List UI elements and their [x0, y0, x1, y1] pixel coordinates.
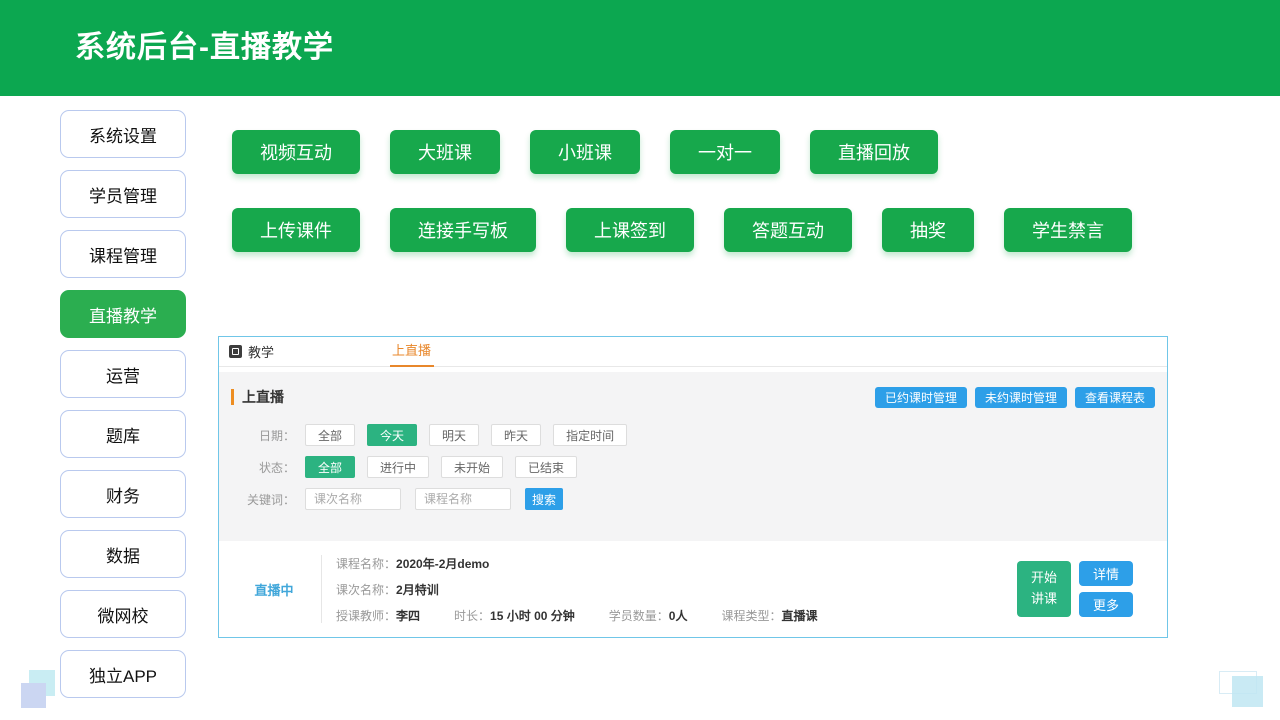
feature-class-checkin[interactable]: 上课签到	[566, 208, 694, 252]
status-filter-label: 状态：	[233, 459, 295, 476]
keyword-filter-row: 关键词： 搜索	[233, 488, 1167, 510]
feature-upload-courseware[interactable]: 上传课件	[232, 208, 360, 252]
sidebar-item-data[interactable]: 数据	[60, 530, 186, 578]
panel-tabbar: 教学 上直播	[219, 337, 1167, 367]
sidebar-item-micro-school[interactable]: 微网校	[60, 590, 186, 638]
panel-filter-area: 上直播 已约课时管理 未约课时管理 查看课程表 日期： 全部 今天 明天 昨天 …	[219, 372, 1167, 541]
unbooked-lessons-button[interactable]: 未约课时管理	[975, 387, 1067, 408]
search-button[interactable]: 搜索	[525, 488, 563, 510]
admin-panel: 教学 上直播 上直播 已约课时管理 未约课时管理 查看课程表 日期： 全部 今天…	[218, 336, 1168, 638]
date-option-today[interactable]: 今天	[367, 424, 417, 446]
teacher-label: 授课教师：	[336, 607, 396, 624]
view-schedule-button[interactable]: 查看课程表	[1075, 387, 1155, 408]
course-type-value: 直播课	[781, 607, 817, 624]
course-info: 课程名称： 2020年-2月demo 课次名称： 2月特训 授课教师： 李四 时…	[336, 555, 851, 624]
header-banner: 系统后台-直播教学	[0, 0, 1280, 96]
date-filter-label: 日期：	[233, 427, 295, 444]
row-divider	[321, 555, 322, 623]
course-type-label: 课程类型：	[721, 607, 781, 624]
module-label: 教学	[248, 342, 274, 361]
sidebar-item-system-settings[interactable]: 系统设置	[60, 110, 186, 158]
feature-video-interaction[interactable]: 视频互动	[232, 130, 360, 174]
student-count-value: 0人	[669, 607, 688, 624]
tab-go-live[interactable]: 上直播	[392, 337, 431, 367]
more-button[interactable]: 更多	[1079, 592, 1133, 617]
tab-active-underline	[390, 365, 434, 367]
start-teaching-button[interactable]: 开始讲课	[1017, 561, 1071, 617]
booked-lessons-button[interactable]: 已约课时管理	[875, 387, 967, 408]
student-count-label: 学员数量：	[609, 607, 669, 624]
course-list-row: 直播中 课程名称： 2020年-2月demo 课次名称： 2月特训 授课教师： …	[219, 541, 1167, 637]
feature-buttons: 视频互动 大班课 小班课 一对一 直播回放 上传课件 连接手写板 上课签到 答题…	[232, 130, 1192, 286]
feature-mute-students[interactable]: 学生禁言	[1004, 208, 1132, 252]
sidebar-item-course-management[interactable]: 课程管理	[60, 230, 186, 278]
duration-value: 15 小时 00 分钟	[490, 607, 575, 624]
section-title: 上直播	[242, 387, 284, 407]
sidebar-item-standalone-app[interactable]: 独立APP	[60, 650, 186, 698]
teaching-module-icon	[229, 345, 242, 358]
decoration-square-lavender-left	[21, 683, 46, 708]
sidebar-item-live-teaching[interactable]: 直播教学	[60, 290, 186, 338]
status-option-ongoing[interactable]: 进行中	[367, 456, 429, 478]
feature-large-class[interactable]: 大班课	[390, 130, 500, 174]
lesson-name-input[interactable]	[305, 488, 401, 510]
feature-one-on-one[interactable]: 一对一	[670, 130, 780, 174]
course-name-input[interactable]	[415, 488, 511, 510]
sidebar-item-operations[interactable]: 运营	[60, 350, 186, 398]
page: 系统后台-直播教学 系统设置 学员管理 课程管理 直播教学 运营 题库 财务 数…	[0, 0, 1280, 720]
section-header: 上直播 已约课时管理 未约课时管理 查看课程表	[219, 380, 1167, 414]
feature-row-2: 上传课件 连接手写板 上课签到 答题互动 抽奖 学生禁言	[232, 208, 1192, 252]
feature-quiz-interaction[interactable]: 答题互动	[724, 208, 852, 252]
date-option-tomorrow[interactable]: 明天	[429, 424, 479, 446]
feature-lottery[interactable]: 抽奖	[882, 208, 974, 252]
keyword-filter-label: 关键词：	[233, 491, 295, 508]
status-filter-row: 状态： 全部 进行中 未开始 已结束	[233, 456, 1167, 478]
live-status-badge: 直播中	[241, 580, 307, 599]
sidebar-item-finance[interactable]: 财务	[60, 470, 186, 518]
decoration-square-cyan-right	[1232, 676, 1263, 707]
sidebar: 系统设置 学员管理 课程管理 直播教学 运营 题库 财务 数据 微网校 独立AP…	[60, 110, 186, 710]
status-option-all[interactable]: 全部	[305, 456, 355, 478]
feature-small-class[interactable]: 小班课	[530, 130, 640, 174]
date-filter-row: 日期： 全部 今天 明天 昨天 指定时间	[233, 424, 1167, 446]
date-option-yesterday[interactable]: 昨天	[491, 424, 541, 446]
feature-row-1: 视频互动 大班课 小班课 一对一 直播回放	[232, 130, 1192, 174]
status-option-ended[interactable]: 已结束	[515, 456, 577, 478]
duration-label: 时长：	[454, 607, 490, 624]
sidebar-item-student-management[interactable]: 学员管理	[60, 170, 186, 218]
course-actions: 开始讲课 详情 更多	[1017, 561, 1133, 617]
course-name-value: 2020年-2月demo	[396, 555, 489, 572]
tab-go-live-label: 上直播	[392, 343, 431, 358]
lesson-name-label: 课次名称：	[336, 581, 396, 598]
feature-live-replay[interactable]: 直播回放	[810, 130, 938, 174]
detail-button[interactable]: 详情	[1079, 561, 1133, 586]
page-title: 系统后台-直播教学	[75, 0, 334, 96]
course-name-label: 课程名称：	[336, 555, 396, 572]
date-option-all[interactable]: 全部	[305, 424, 355, 446]
status-option-not-started[interactable]: 未开始	[441, 456, 503, 478]
sidebar-item-question-bank[interactable]: 题库	[60, 410, 186, 458]
date-option-custom[interactable]: 指定时间	[553, 424, 627, 446]
section-accent-bar	[231, 389, 234, 405]
feature-connect-tablet[interactable]: 连接手写板	[390, 208, 536, 252]
teacher-value: 李四	[396, 607, 420, 624]
lesson-name-value: 2月特训	[396, 581, 439, 598]
